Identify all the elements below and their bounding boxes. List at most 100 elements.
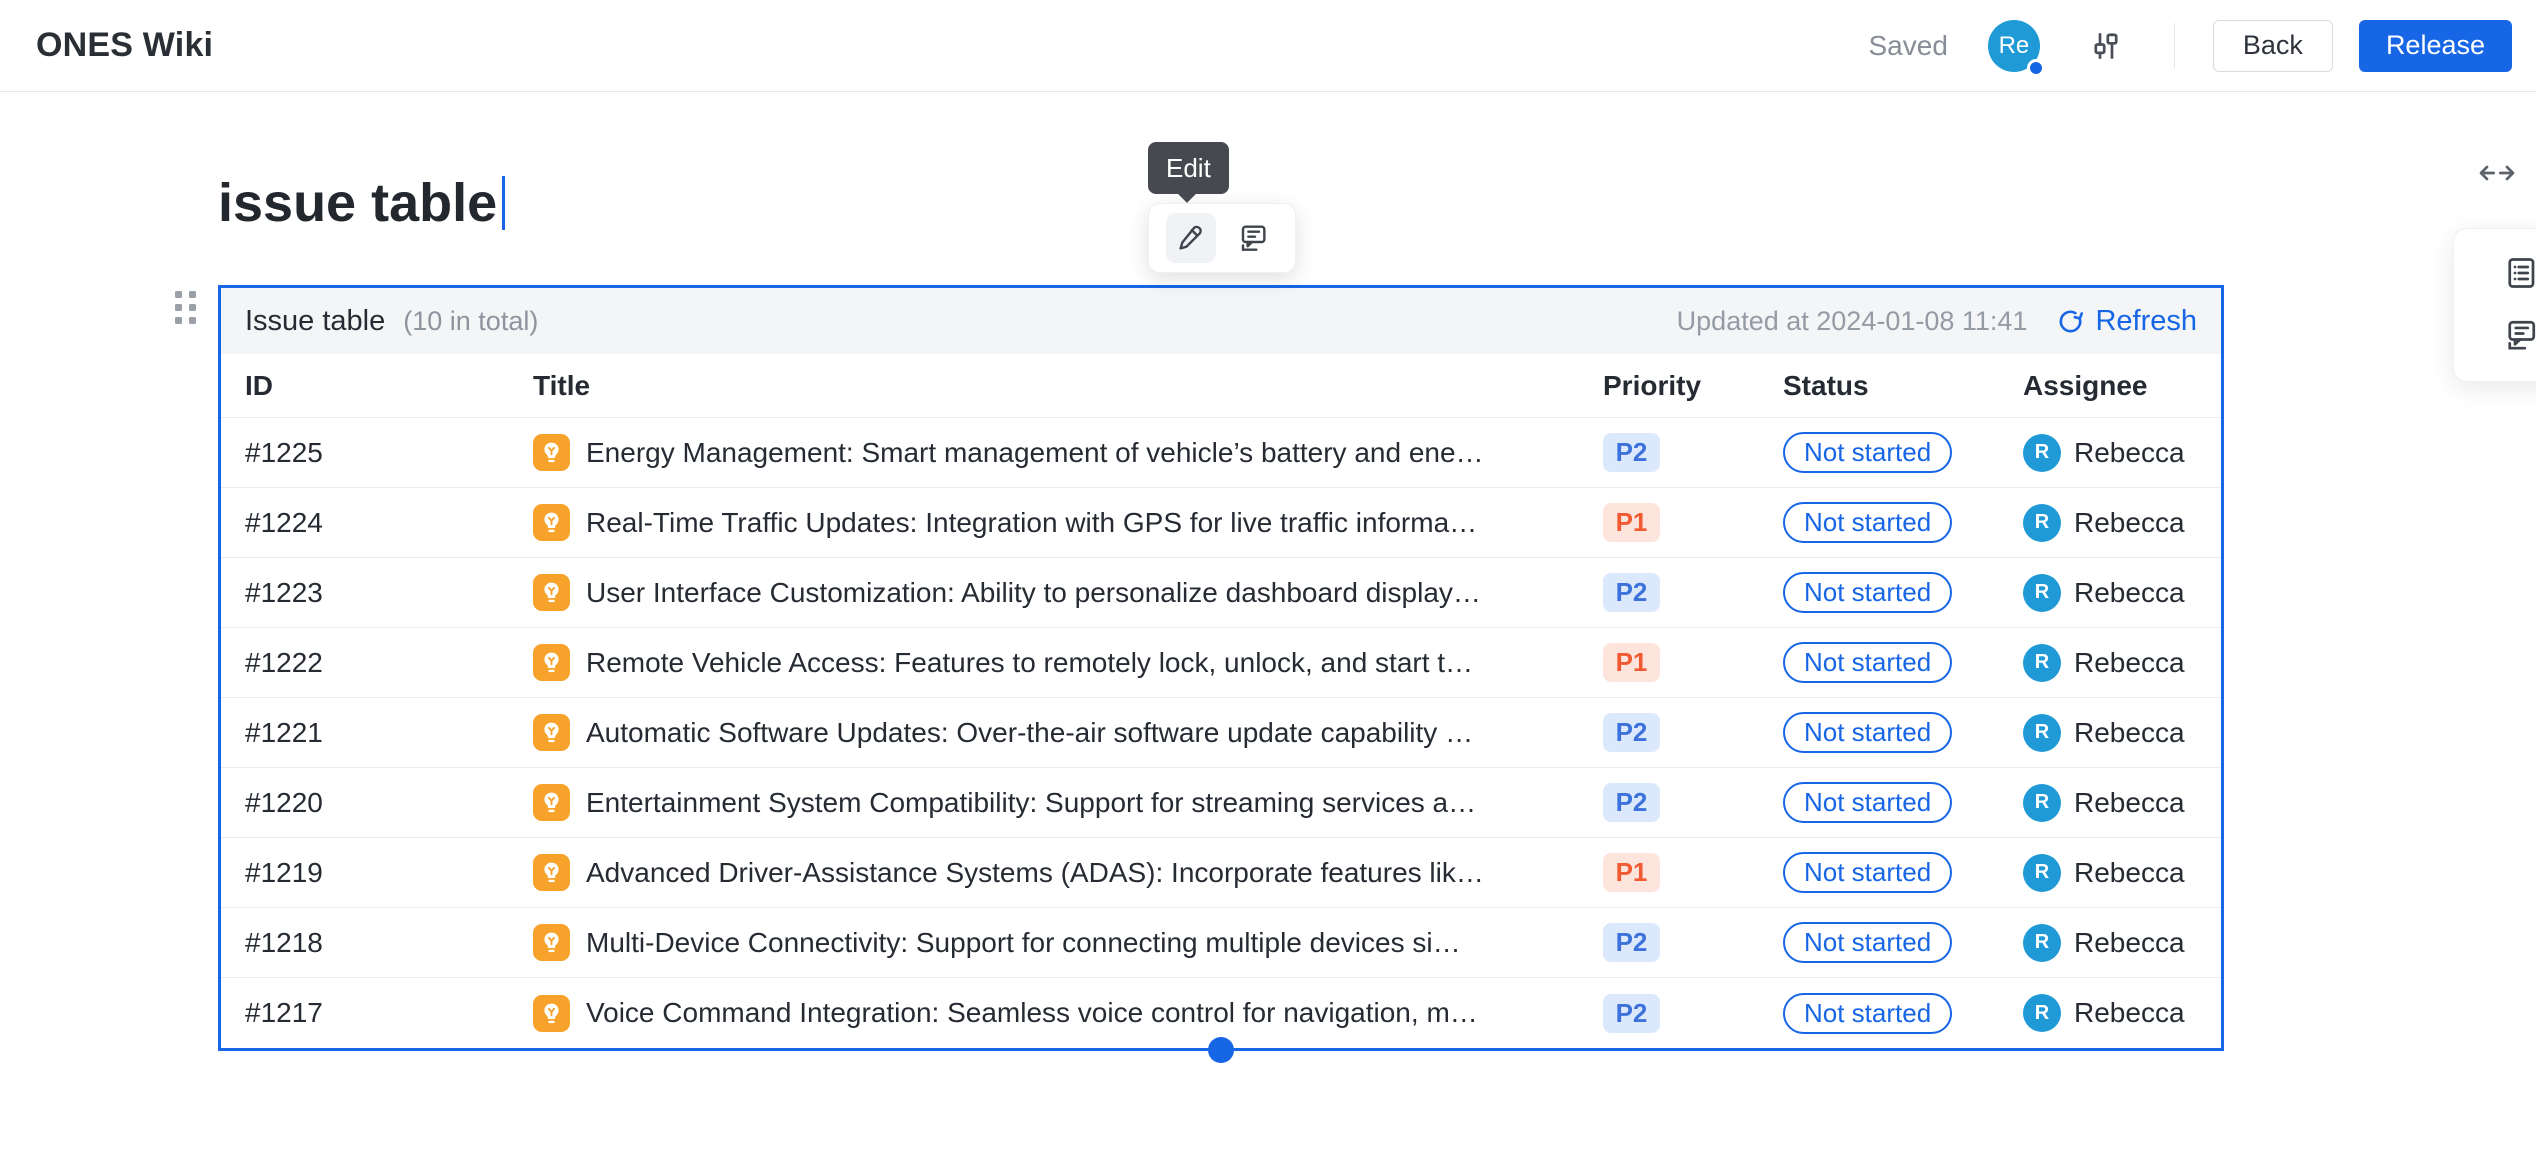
priority-badge: P2 <box>1603 783 1660 822</box>
presence-dot-icon <box>2026 58 2045 77</box>
assignee-avatar: R <box>2023 923 2061 962</box>
table-row[interactable]: #1222 Remote Vehicle Access: Features to… <box>221 628 2221 698</box>
table-row[interactable]: #1223 User Interface Customization: Abil… <box>221 558 2221 628</box>
assignee-cell: R Rebecca <box>2023 643 2197 682</box>
column-header-status: Status <box>1783 369 1869 401</box>
table-row[interactable]: #1218 Multi-Device Connectivity: Support… <box>221 908 2221 978</box>
status-badge: Not started <box>1783 852 1953 893</box>
status-badge: Not started <box>1783 572 1953 613</box>
edit-tooltip: Edit <box>1148 142 1229 203</box>
issue-title: Real-Time Traffic Updates: Integration w… <box>586 506 1478 538</box>
assignee-cell: R Rebecca <box>2023 783 2197 822</box>
block-count: (10 in total) <box>403 305 539 336</box>
page-title-text: issue table <box>218 173 498 233</box>
bulb-icon <box>533 644 570 681</box>
assignee-avatar: R <box>2023 994 2061 1032</box>
bulb-icon <box>533 784 570 821</box>
sliders-icon[interactable] <box>2088 28 2124 64</box>
side-panel <box>2453 228 2536 382</box>
refresh-icon <box>2059 310 2084 332</box>
table-row[interactable]: #1224 Real-Time Traffic Updates: Integra… <box>221 488 2221 558</box>
issue-id: #1222 <box>245 646 323 678</box>
table-row[interactable]: #1221 Automatic Software Updates: Over-t… <box>221 698 2221 768</box>
expand-width-button[interactable] <box>2477 160 2517 186</box>
status-badge: Not started <box>1783 992 1953 1034</box>
assignee-avatar: R <box>2023 643 2061 682</box>
column-header-title: Title <box>533 369 591 401</box>
table-row[interactable]: #1220 Entertainment System Compatibility… <box>221 768 2221 838</box>
refresh-button[interactable]: Refresh <box>2055 305 2197 338</box>
priority-badge: P2 <box>1603 713 1660 752</box>
priority-badge: P2 <box>1603 993 1660 1033</box>
priority-badge: P2 <box>1603 433 1660 472</box>
assignee-avatar: R <box>2023 503 2061 542</box>
text-cursor <box>502 176 506 230</box>
updated-timestamp: Updated at 2024-01-08 11:41 <box>1676 305 2028 336</box>
priority-badge: P1 <box>1603 643 1660 682</box>
status-badge: Not started <box>1783 642 1953 683</box>
release-button[interactable]: Release <box>2358 19 2512 72</box>
comment-button[interactable] <box>1228 213 1278 263</box>
assignee-name: Rebecca <box>2074 997 2185 1028</box>
column-header-id: ID <box>245 369 273 401</box>
comments-panel-button[interactable] <box>2484 317 2536 353</box>
assignee-name: Rebecca <box>2074 506 2185 538</box>
app-title: ONES Wiki <box>36 26 214 64</box>
top-bar-actions: Saved Re Back Release <box>1869 19 2512 77</box>
table-row[interactable]: #1225 Energy Management: Smart managemen… <box>221 418 2221 488</box>
issue-title: Multi-Device Connectivity: Support for c… <box>586 926 1461 958</box>
issue-title: Advanced Driver-Assistance Systems (ADAS… <box>586 856 1484 888</box>
assignee-name: Rebecca <box>2074 926 2185 958</box>
table-header-row: ID Title Priority Status Assignee <box>221 354 2221 418</box>
table-body: #1225 Energy Management: Smart managemen… <box>221 418 2221 1048</box>
issue-id: #1218 <box>245 926 323 958</box>
block-toolbar <box>1148 203 1296 273</box>
assignee-avatar: R <box>2023 433 2061 472</box>
table-row[interactable]: #1219 Advanced Driver-Assistance Systems… <box>221 838 2221 908</box>
edit-button[interactable] <box>1166 213 1216 263</box>
issue-title: Entertainment System Compatibility: Supp… <box>586 786 1477 818</box>
bulb-icon <box>533 994 570 1032</box>
bulb-icon <box>533 434 570 471</box>
issue-id: #1224 <box>245 506 323 538</box>
issue-title: Voice Command Integration: Seamless voic… <box>586 997 1478 1028</box>
issue-title: Remote Vehicle Access: Features to remot… <box>586 646 1474 678</box>
top-bar: ONES Wiki Saved Re Back Release <box>0 0 2536 92</box>
status-badge: Not started <box>1783 782 1953 823</box>
block-header: Issue table (10 in total) Updated at 202… <box>221 288 2221 354</box>
back-button[interactable]: Back <box>2212 19 2333 72</box>
outline-list-icon <box>2508 258 2535 288</box>
assignee-cell: R Rebecca <box>2023 503 2197 542</box>
status-badge: Not started <box>1783 712 1953 753</box>
assignee-name: Rebecca <box>2074 646 2185 678</box>
priority-badge: P1 <box>1603 853 1660 892</box>
assignee-cell: R Rebecca <box>2023 853 2197 892</box>
assignee-name: Rebecca <box>2074 716 2185 748</box>
drag-handle-icon[interactable] <box>175 291 196 324</box>
assignee-avatar: R <box>2023 783 2061 822</box>
assignee-cell: R Rebecca <box>2023 994 2197 1032</box>
priority-badge: P2 <box>1603 923 1660 962</box>
bulb-icon <box>533 714 570 751</box>
comment-icon <box>1241 225 1266 251</box>
block-title: Issue table <box>245 304 386 337</box>
user-avatar[interactable]: Re <box>1987 19 2045 77</box>
bulb-icon <box>533 574 570 611</box>
issue-id: #1217 <box>245 997 323 1028</box>
assignee-cell: R Rebecca <box>2023 713 2197 752</box>
outline-list-button[interactable] <box>2484 255 2536 291</box>
resize-handle[interactable] <box>1208 1037 1234 1063</box>
assignee-name: Rebecca <box>2074 856 2185 888</box>
bulb-icon <box>533 854 570 891</box>
issue-id: #1225 <box>245 436 323 468</box>
divider <box>2173 22 2175 69</box>
assignee-name: Rebecca <box>2074 786 2185 818</box>
assignee-avatar: R <box>2023 573 2061 612</box>
status-badge: Not started <box>1783 432 1953 473</box>
issue-id: #1219 <box>245 856 323 888</box>
page-title[interactable]: issue table <box>218 172 506 234</box>
issue-table-block[interactable]: Issue table (10 in total) Updated at 202… <box>218 285 2224 1063</box>
issue-title: Energy Management: Smart management of v… <box>586 436 1484 468</box>
assignee-name: Rebecca <box>2074 436 2185 468</box>
pencil-icon <box>1179 225 1202 250</box>
